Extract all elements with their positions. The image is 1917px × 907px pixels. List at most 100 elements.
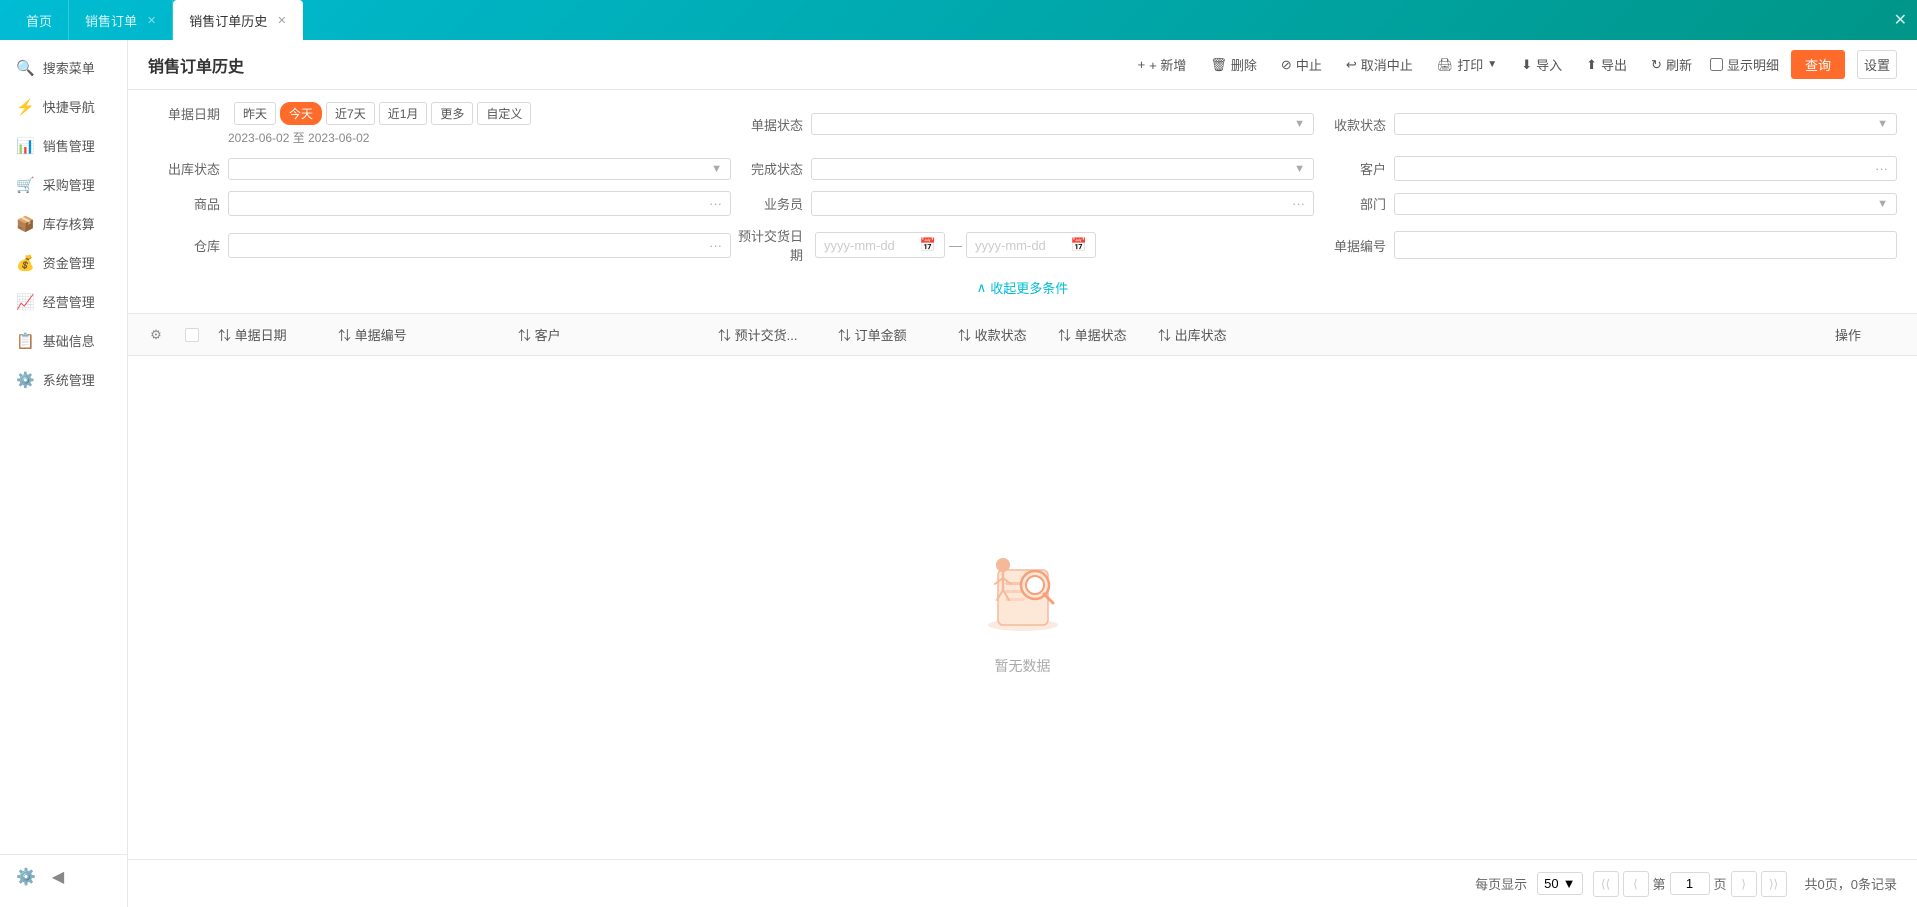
out-status-arrow-icon: ▼ [711,163,722,175]
top-bar: 首页 销售订单 ✕ 销售订单历史 ✕ ✕ [0,0,1917,40]
tab-sales-order-history-close[interactable]: ✕ [277,14,286,27]
th-delivery[interactable]: ⇅ 预计交货... [710,325,830,344]
tab-sales-order-close[interactable]: ✕ [147,14,156,27]
sidebar-item-operations[interactable]: 📈 经营管理 [0,282,127,321]
date-1month-btn[interactable]: 近1月 [379,102,428,125]
salesman-input[interactable]: ··· [811,191,1314,216]
sidebar-item-search-label: 搜索菜单 [43,58,95,77]
search-icon: 🔍 [16,59,35,77]
toolbar: + + 新增 🗑 删除 ⊘ 中止 ↩ 取消中止 🖨 打印 [1132,50,1897,79]
new-icon: + [1138,57,1146,72]
order-no-input[interactable] [1394,231,1897,259]
stop-button[interactable]: ⊘ 中止 [1275,51,1328,78]
settings-button[interactable]: 设置 [1857,50,1897,79]
cancel-stop-label: 取消中止 [1361,55,1413,74]
sidebar: 🔍 搜索菜单 ⚡ 快捷导航 📊 销售管理 🛒 采购管理 📦 库存核算 💰 资金管… [0,40,128,907]
sales-icon: 📊 [16,137,35,155]
sidebar-item-purchase[interactable]: 🛒 采购管理 [0,165,127,204]
sidebar-item-basic-info[interactable]: 📋 基础信息 [0,321,127,360]
per-page-select[interactable]: 50 ▼ [1537,872,1582,895]
th-amount[interactable]: ⇅ 订单金额 [830,325,950,344]
goods-input[interactable]: ··· [228,191,731,216]
basic-info-icon: 📋 [16,332,35,350]
th-order-status-label: ⇅ 单据状态 [1058,325,1127,344]
export-icon: ⬆ [1586,57,1597,73]
th-date[interactable]: ⇅ 单据日期 [210,325,330,344]
table-select-all[interactable] [174,328,210,342]
cancel-stop-button[interactable]: ↩ 取消中止 [1340,51,1419,78]
order-status-select[interactable]: ▼ [811,113,1314,135]
per-page-label: 每页显示 [1475,874,1527,893]
complete-status-select[interactable]: ▼ [811,158,1314,180]
date-yesterday-btn[interactable]: 昨天 [234,102,276,125]
export-button[interactable]: ⬆ 导出 [1580,51,1633,78]
import-icon: ⬇ [1521,57,1532,73]
empty-text: 暂无数据 [995,656,1051,676]
sidebar-bottom: ⚙️ ◀ [0,854,127,899]
select-all-checkbox[interactable] [185,328,199,342]
th-order-status[interactable]: ⇅ 单据状态 [1050,325,1150,344]
print-label: 打印 [1457,55,1483,74]
th-customer[interactable]: ⇅ 客户 [510,325,710,344]
print-button[interactable]: 🖨 打印 ▼ [1431,51,1503,78]
customer-input[interactable]: ··· [1394,156,1897,181]
refresh-label: 刷新 [1666,55,1692,74]
page-first-button[interactable]: ⟨⟨ [1593,871,1619,897]
sidebar-settings-icon[interactable]: ⚙️ [16,867,36,887]
empty-state-icon [973,540,1073,640]
display-detail-label: 显示明细 [1727,55,1779,74]
th-order-number[interactable]: ⇅ 单据编号 [330,325,510,344]
tab-sales-order-history[interactable]: 销售订单历史 ✕ [173,0,303,40]
delete-label: 删除 [1231,55,1257,74]
content-area: 销售订单历史 + + 新增 🗑 删除 ⊘ 中止 ↩ 取消中止 [128,40,1917,907]
display-detail-checkbox[interactable]: 显示明细 [1710,55,1779,74]
sidebar-item-inventory[interactable]: 📦 库存核算 [0,204,127,243]
page-prev-button[interactable]: ⟨ [1623,871,1649,897]
dept-select[interactable]: ▼ [1394,193,1897,215]
new-button[interactable]: + + 新增 [1132,51,1193,78]
refresh-button[interactable]: ↻ 刷新 [1645,51,1698,78]
page-last-button[interactable]: ⟩⟩ [1761,871,1787,897]
sidebar-collapse-icon[interactable]: ◀ [52,867,64,887]
operations-icon: 📈 [16,293,35,311]
total-records: 共0页，0条记录 [1805,874,1897,893]
th-pay-status-label: ⇅ 收款状态 [958,325,1027,344]
out-status-select[interactable]: ▼ [228,158,731,180]
sidebar-item-sales[interactable]: 📊 销售管理 [0,126,127,165]
date-today-btn[interactable]: 今天 [280,102,322,125]
filter-row-3: 商品 ··· 业务员 ··· 部门 ▼ [148,191,1897,216]
tab-home[interactable]: 首页 [10,0,69,40]
date-7days-btn[interactable]: 近7天 [326,102,375,125]
delete-button[interactable]: 🗑 删除 [1204,51,1263,78]
page-next-button[interactable]: ⟩ [1731,871,1757,897]
delivery-date-start-input[interactable]: yyyy-mm-dd 📅 [815,232,945,258]
collapse-button[interactable]: ∧ 收起更多条件 [977,274,1069,301]
filter-row-2: 出库状态 ▼ 完成状态 ▼ 客户 ··· [148,156,1897,181]
sidebar-item-quick-nav[interactable]: ⚡ 快捷导航 [0,87,127,126]
per-page-value: 50 [1544,876,1558,891]
th-pay-status[interactable]: ⇅ 收款状态 [950,325,1050,344]
delivery-date-end-input[interactable]: yyyy-mm-dd 📅 [966,232,1096,258]
quick-nav-icon: ⚡ [16,98,35,116]
delivery-date-start-placeholder: yyyy-mm-dd [824,238,895,253]
page-number-input[interactable] [1670,872,1710,895]
th-out-status[interactable]: ⇅ 出库状态 [1150,325,1250,344]
sidebar-item-system-label: 系统管理 [43,370,95,389]
sidebar-item-system[interactable]: ⚙️ 系统管理 [0,360,127,399]
inventory-icon: 📦 [16,215,35,233]
warehouse-input[interactable]: ··· [228,233,731,258]
sidebar-item-finance[interactable]: 💰 资金管理 [0,243,127,282]
stop-label: 中止 [1296,55,1322,74]
window-close-button[interactable]: ✕ [1894,10,1907,30]
sidebar-item-basic-info-label: 基础信息 [43,331,95,350]
date-custom-btn[interactable]: 自定义 [477,102,531,125]
tab-sales-order[interactable]: 销售订单 ✕ [69,0,173,40]
table-settings-icon[interactable]: ⚙ [138,327,174,343]
display-detail-input[interactable] [1710,58,1723,71]
sidebar-item-search[interactable]: 🔍 搜索菜单 [0,48,127,87]
import-button[interactable]: ⬇ 导入 [1515,51,1568,78]
pay-status-select[interactable]: ▼ [1394,113,1897,135]
date-more-btn[interactable]: 更多 [431,102,473,125]
query-button[interactable]: 查询 [1791,50,1845,79]
query-label: 查询 [1805,55,1831,74]
